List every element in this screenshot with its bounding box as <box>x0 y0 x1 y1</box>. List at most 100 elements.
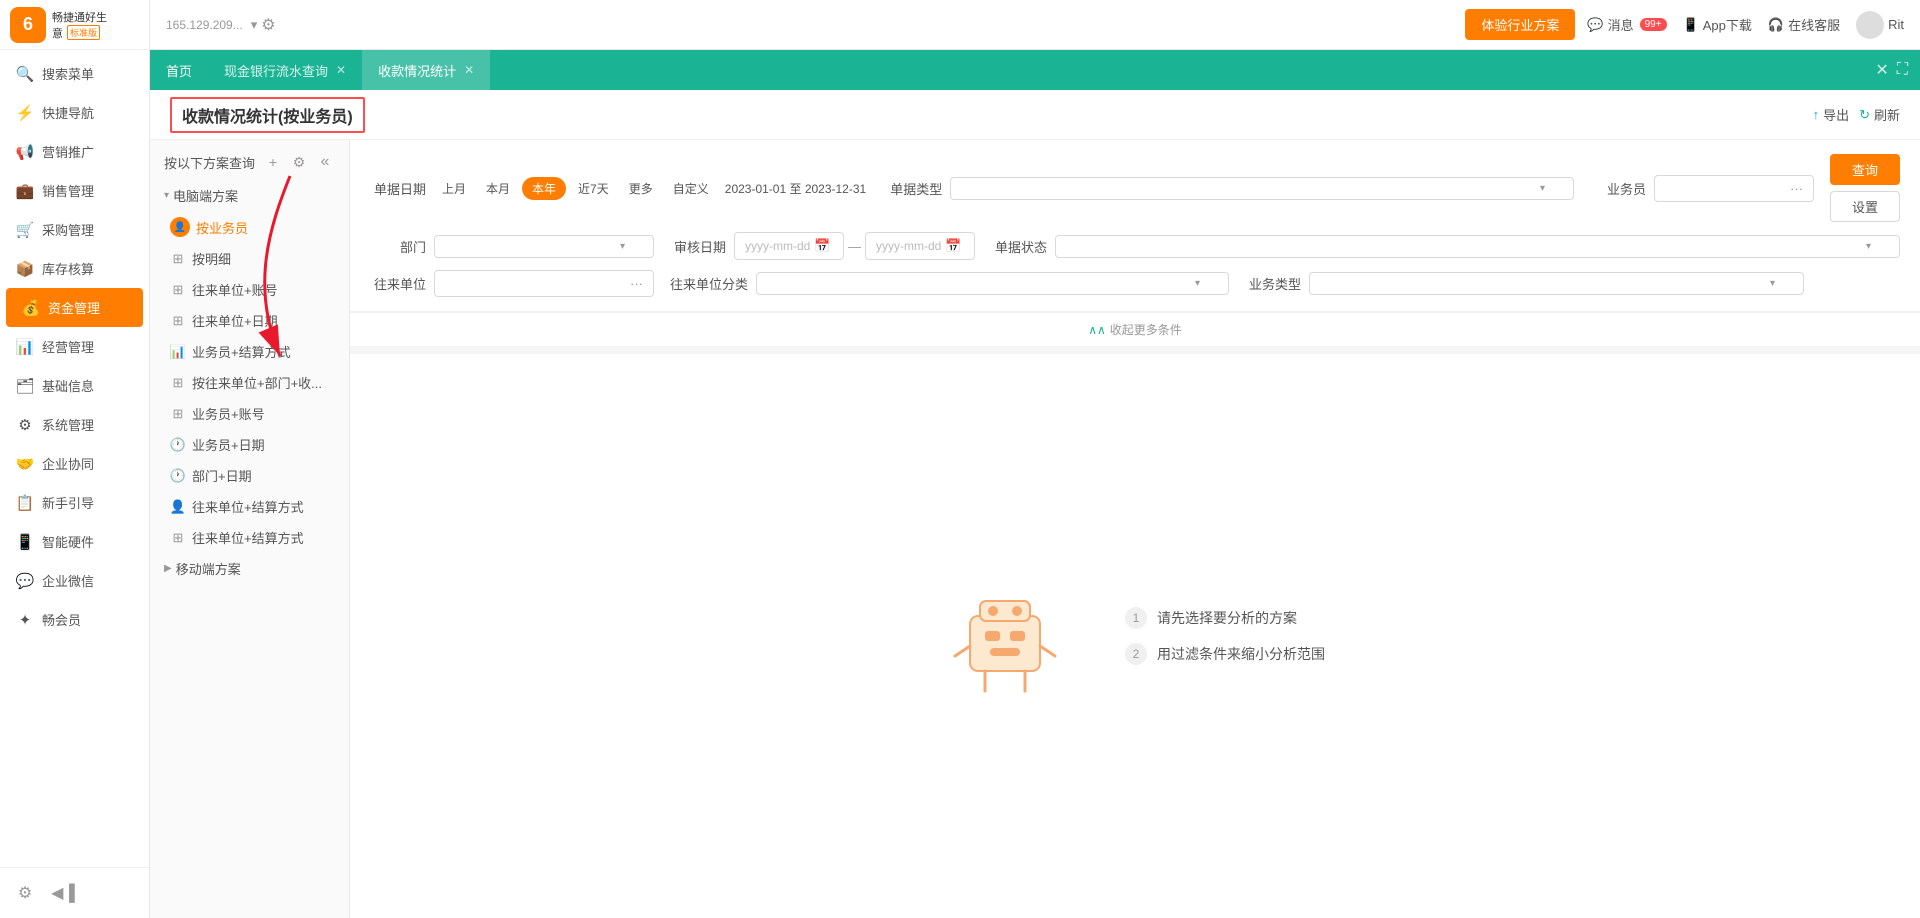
tree-item-unit-settle2[interactable]: ⊞ 往来单位+结算方式 <box>150 522 349 553</box>
topbar-settings-icon[interactable]: ⚙ <box>261 15 275 35</box>
tree-section-mobile[interactable]: ▶ 移动端方案 <box>150 553 349 584</box>
counter-party-more-btn[interactable]: ··· <box>630 276 643 291</box>
collapse-bar[interactable]: ∧∧ 收起更多条件 <box>350 312 1920 346</box>
message-btn[interactable]: 💬 消息 99+ <box>1587 15 1666 34</box>
tree-item-by-salesperson[interactable]: 👤 按业务员 <box>150 211 349 243</box>
tree-item-label: 往来单位+结算方式 <box>192 528 304 547</box>
dept-label: 部门 <box>370 237 426 256</box>
panel-header: 按以下方案查询 + ⚙ « <box>150 140 349 180</box>
sidebar-item-wechat[interactable]: 💬 企业微信 <box>0 561 149 600</box>
date-shortcut-more[interactable]: 更多 <box>621 176 661 201</box>
sidebar-item-quick[interactable]: ⚡ 快捷导航 <box>0 93 149 132</box>
tree-item-salesperson-date[interactable]: 🕐 业务员+日期 <box>150 429 349 460</box>
breadcrumb-arrow[interactable]: ▾ <box>251 17 258 33</box>
dept-select[interactable]: ▾ <box>434 235 654 258</box>
doc-status-select[interactable]: ▾ <box>1055 235 1900 258</box>
sidebar-item-corp[interactable]: 🤝 企业协同 <box>0 444 149 483</box>
tree-item-dept-date[interactable]: 🕐 部门+日期 <box>150 460 349 491</box>
operations-icon: 📊 <box>16 338 34 356</box>
panel-settings-btn[interactable]: ⚙ <box>289 152 309 172</box>
tree-item-by-detail[interactable]: ⊞ 按明细 <box>150 243 349 274</box>
panel-title: 按以下方案查询 <box>164 153 257 172</box>
audit-date-from[interactable]: yyyy-mm-dd 📅 <box>734 232 844 260</box>
tree-icon: 📊 <box>170 344 186 360</box>
sidebar-collapse-btn[interactable]: ◀▐ <box>48 878 78 908</box>
settings-button[interactable]: 设置 <box>1830 191 1900 222</box>
tree-item-unit-dept-receipt[interactable]: ⊞ 按往来单位+部门+收... <box>150 367 349 398</box>
step-num-1: 1 <box>1125 607 1147 629</box>
tree-item-unit-settle1[interactable]: 👤 往来单位+结算方式 <box>150 491 349 522</box>
export-btn[interactable]: ↑ 导出 <box>1813 105 1850 124</box>
date-shortcut-7days[interactable]: 近7天 <box>570 176 617 201</box>
section-expand-icon: ▾ <box>164 190 169 201</box>
tree-item-unit-date[interactable]: ⊞ 往来单位+日期 <box>150 305 349 336</box>
counter-class-arrow: ▾ <box>1195 278 1200 289</box>
sidebar-item-system[interactable]: ⚙ 系统管理 <box>0 405 149 444</box>
doc-status-arrow: ▾ <box>1866 241 1871 252</box>
tree-icon: ⊞ <box>170 530 186 546</box>
tree-item-label: 业务员+结算方式 <box>192 342 291 361</box>
sidebar-item-sales[interactable]: 💼 销售管理 <box>0 171 149 210</box>
refresh-icon: ↻ <box>1859 107 1870 123</box>
salesperson-input[interactable]: ··· <box>1654 175 1814 202</box>
tab-bank-close[interactable]: ✕ <box>336 63 346 77</box>
sidebar-item-operations[interactable]: 📊 经营管理 <box>0 327 149 366</box>
audit-date-to[interactable]: yyyy-mm-dd 📅 <box>865 232 975 260</box>
salesperson-more-btn[interactable]: ··· <box>1790 181 1803 196</box>
sidebar-item-base[interactable]: 🗂 基础信息 <box>0 366 149 405</box>
date-shortcut-this-month[interactable]: 本月 <box>478 176 518 201</box>
tab-receipt[interactable]: 收款情况统计 ✕ <box>362 50 490 90</box>
online-service-btn[interactable]: 🎧 在线客服 <box>1768 15 1840 34</box>
user-avatar[interactable]: Rit <box>1856 11 1904 39</box>
sidebar-item-marketing[interactable]: 📢 营销推广 <box>0 132 149 171</box>
audit-date-group: yyyy-mm-dd 📅 — yyyy-mm-dd 📅 <box>734 232 975 260</box>
tree-item-salesperson-account[interactable]: ⊞ 业务员+账号 <box>150 398 349 429</box>
sidebar-item-inventory[interactable]: 📦 库存核算 <box>0 249 149 288</box>
audit-label: 审核日期 <box>670 237 726 256</box>
section-collapse-icon: ▶ <box>164 563 172 574</box>
tab-close-all-icon[interactable]: ✕ <box>1875 60 1888 80</box>
sidebar-item-search[interactable]: 🔍 搜索菜单 <box>0 54 149 93</box>
tree-item-salesperson-settle[interactable]: 📊 业务员+结算方式 <box>150 336 349 367</box>
collapse-icon: ∧∧ <box>1088 323 1106 337</box>
refresh-btn[interactable]: ↻ 刷新 <box>1859 105 1900 124</box>
tab-bank[interactable]: 现金银行流水查询 ✕ <box>208 50 362 90</box>
type-select[interactable]: ▾ <box>950 177 1574 200</box>
left-panel: 按以下方案查询 + ⚙ « ▾ 电脑端方案 👤 按业务员 ⊞ 按明细 <box>150 140 350 918</box>
tree-item-unit-account[interactable]: ⊞ 往来单位+账号 <box>150 274 349 305</box>
main-area: 165.129.209... ▾ ⚙ 体验行业方案 💬 消息 99+ 📱 App… <box>150 0 1920 918</box>
logo-badge: 标准版 <box>67 25 100 40</box>
tab-receipt-close[interactable]: ✕ <box>464 63 474 77</box>
sidebar-bottom: ⚙ ◀▐ <box>0 867 149 918</box>
sidebar-item-guide[interactable]: 📋 新手引导 <box>0 483 149 522</box>
salesperson-label: 业务员 <box>1590 179 1646 198</box>
panel-add-btn[interactable]: + <box>263 152 283 172</box>
tab-expand-icon[interactable]: ⛶ <box>1897 61 1908 79</box>
date-shortcut-this-year[interactable]: 本年 <box>522 177 566 200</box>
audit-from-calendar-icon[interactable]: 📅 <box>814 238 830 254</box>
tree-item-label: 业务员+日期 <box>192 435 265 454</box>
sidebar-item-member[interactable]: ✦ 畅会员 <box>0 600 149 639</box>
audit-to-calendar-icon[interactable]: 📅 <box>945 238 961 254</box>
query-button[interactable]: 查询 <box>1830 154 1900 185</box>
trial-button[interactable]: 体验行业方案 <box>1465 9 1575 40</box>
counter-party-input[interactable]: ··· <box>434 270 654 297</box>
date-shortcut-custom[interactable]: 自定义 <box>665 176 717 201</box>
biz-type-select[interactable]: ▾ <box>1309 272 1804 295</box>
tree-section-desktop[interactable]: ▾ 电脑端方案 <box>150 180 349 211</box>
member-icon: ✦ <box>16 611 34 629</box>
panel-collapse-btn[interactable]: « <box>315 152 335 172</box>
app-download-btn[interactable]: 📱 App下载 <box>1683 15 1752 34</box>
sidebar-item-hardware[interactable]: 📱 智能硬件 <box>0 522 149 561</box>
counter-party-field: 往来单位 ··· <box>370 270 654 297</box>
counter-party-class-select[interactable]: ▾ <box>756 272 1229 295</box>
date-shortcut-last-month[interactable]: 上月 <box>434 176 474 201</box>
tree-item-label: 往来单位+日期 <box>192 311 278 330</box>
sidebar-item-purchase[interactable]: 🛒 采购管理 <box>0 210 149 249</box>
tab-home[interactable]: 首页 <box>150 50 208 90</box>
empty-step-1: 1 请先选择要分析的方案 <box>1125 607 1325 629</box>
sidebar-settings-btn[interactable]: ⚙ <box>10 878 40 908</box>
audit-date-field: 审核日期 yyyy-mm-dd 📅 — yyyy-mm-dd 📅 <box>670 232 975 260</box>
base-icon: 🗂 <box>16 377 34 395</box>
sidebar-item-finance[interactable]: 💰 资金管理 <box>6 288 143 327</box>
